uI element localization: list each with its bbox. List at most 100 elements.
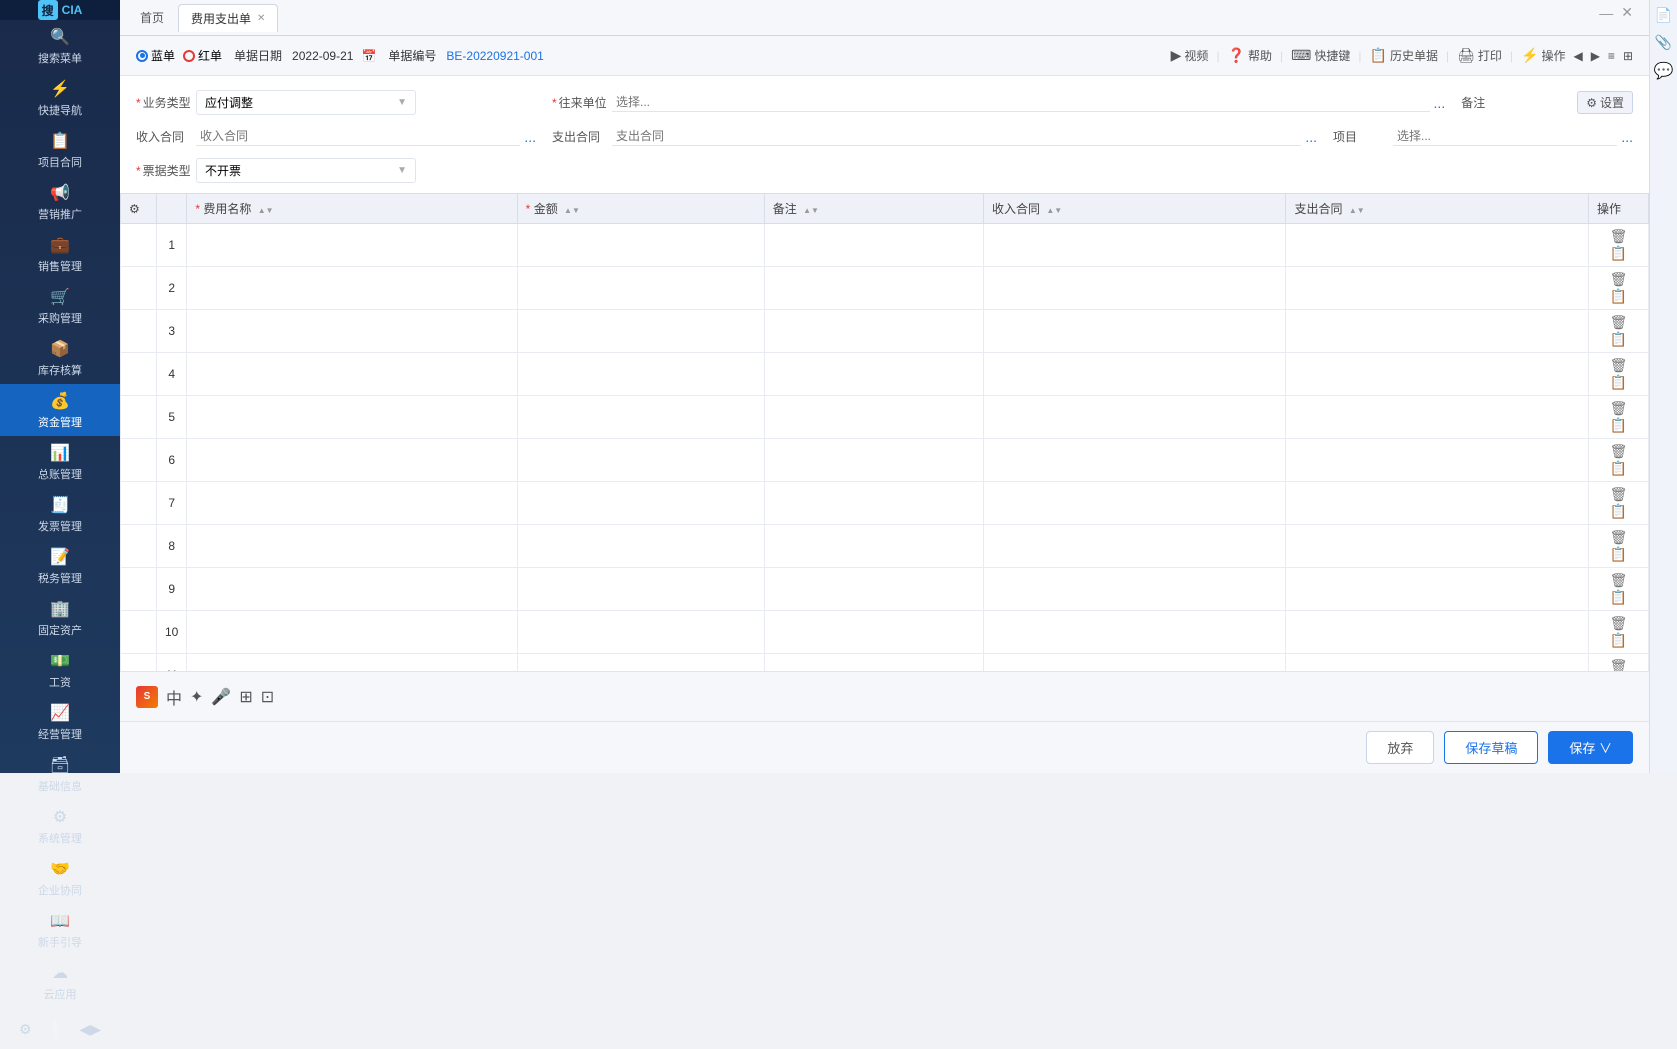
row-remark-cell[interactable] [764, 525, 983, 568]
row-amount-cell[interactable] [517, 396, 764, 439]
radio-blue[interactable]: 蓝单 [136, 47, 175, 64]
row-remark-cell[interactable] [764, 353, 983, 396]
sidebar-item-project[interactable]: 📋 项目合同 [0, 124, 120, 176]
row-copy-icon[interactable]: 📋 [1610, 374, 1627, 390]
help-btn[interactable]: ❓ 帮助 [1228, 47, 1272, 64]
sidebar-settings-icon[interactable]: ⚙ [19, 1021, 32, 1038]
print-btn[interactable]: 🖨 打印 [1457, 47, 1502, 64]
row-amount-cell[interactable] [517, 310, 764, 353]
row-amount-cell[interactable] [517, 224, 764, 267]
expense-contract-ellipsis[interactable]: ... [1305, 129, 1317, 145]
th-expense-name[interactable]: * 费用名称 ▲▼ [187, 194, 517, 224]
row-remark-cell[interactable] [764, 654, 983, 672]
row-delete-icon[interactable]: 🗑 [1610, 314, 1628, 330]
nav-next-btn[interactable]: ▶ [1591, 49, 1600, 63]
operate-btn[interactable]: ⚡ 操作 [1521, 47, 1565, 64]
bottom-diamond-icon[interactable]: ✦ [190, 687, 203, 707]
row-copy-icon[interactable]: 📋 [1610, 245, 1627, 261]
expense-contract-input[interactable] [612, 127, 1301, 146]
tab-expense[interactable]: 费用支出单 ✕ [178, 4, 278, 32]
row-expense-name-cell[interactable] [187, 654, 517, 672]
row-copy-icon[interactable]: 📋 [1610, 288, 1627, 304]
th-settings[interactable]: ⚙ [121, 194, 157, 224]
row-amount-cell[interactable] [517, 568, 764, 611]
row-income-contract-cell[interactable] [983, 224, 1286, 267]
grid-view-btn[interactable]: ⊞ [1623, 49, 1633, 63]
sidebar-item-corp[interactable]: 🤝 企业协同 [0, 852, 120, 904]
bottom-mic-icon[interactable]: 🎤 [211, 687, 231, 707]
row-expense-contract-cell[interactable] [1286, 611, 1589, 654]
row-income-contract-cell[interactable] [983, 310, 1286, 353]
sidebar-item-search[interactable]: 🔍 搜索菜单 [0, 20, 120, 72]
row-expense-contract-cell[interactable] [1286, 267, 1589, 310]
row-expense-contract-cell[interactable] [1286, 482, 1589, 525]
row-remark-cell[interactable] [764, 611, 983, 654]
tab-home[interactable]: 首页 [128, 4, 176, 32]
sidebar-item-accounting[interactable]: 📊 总账管理 [0, 436, 120, 488]
sidebar-item-finance[interactable]: 💰 资金管理 [0, 384, 120, 436]
row-expense-name-cell[interactable] [187, 267, 517, 310]
sidebar-item-tax[interactable]: 📝 税务管理 [0, 540, 120, 592]
row-income-contract-cell[interactable] [983, 525, 1286, 568]
row-amount-cell[interactable] [517, 611, 764, 654]
row-amount-cell[interactable] [517, 525, 764, 568]
row-delete-icon[interactable]: 🗑 [1610, 572, 1628, 588]
row-delete-icon[interactable]: 🗑 [1610, 615, 1628, 631]
row-delete-icon[interactable]: 🗑 [1610, 529, 1628, 545]
row-expense-name-cell[interactable] [187, 525, 517, 568]
row-amount-cell[interactable] [517, 654, 764, 672]
project-ellipsis[interactable]: ... [1621, 129, 1633, 145]
row-remark-cell[interactable] [764, 396, 983, 439]
row-expense-name-cell[interactable] [187, 568, 517, 611]
row-delete-icon[interactable]: 🗑 [1610, 357, 1628, 373]
counter-party-ellipsis[interactable]: ... [1434, 95, 1446, 111]
th-expense-contract[interactable]: 支出合同 ▲▼ [1286, 194, 1589, 224]
row-copy-icon[interactable]: 📋 [1610, 546, 1627, 562]
row-expense-contract-cell[interactable] [1286, 568, 1589, 611]
sidebar-item-base[interactable]: 🗃 基础信息 [0, 748, 120, 800]
history-btn[interactable]: 📋 历史单据 [1370, 47, 1438, 64]
income-contract-ellipsis[interactable]: ... [524, 129, 536, 145]
th-amount[interactable]: * 金额 ▲▼ [517, 194, 764, 224]
row-remark-cell[interactable] [764, 267, 983, 310]
radio-red[interactable]: 红单 [183, 47, 222, 64]
row-remark-cell[interactable] [764, 310, 983, 353]
th-income-contract[interactable]: 收入合同 ▲▼ [983, 194, 1286, 224]
th-remark[interactable]: 备注 ▲▼ [764, 194, 983, 224]
sidebar-item-assets[interactable]: 🏢 固定资产 [0, 592, 120, 644]
window-close-btn[interactable]: ✕ [1621, 4, 1633, 21]
right-doc-icon[interactable]: 📄 [1652, 4, 1675, 27]
row-income-contract-cell[interactable] [983, 396, 1286, 439]
bottom-grid1-icon[interactable]: ⊞ [239, 687, 252, 707]
row-expense-contract-cell[interactable] [1286, 654, 1589, 672]
row-income-contract-cell[interactable] [983, 353, 1286, 396]
row-expense-contract-cell[interactable] [1286, 353, 1589, 396]
save-draft-button[interactable]: 保存草稿 [1444, 731, 1538, 764]
right-chat-icon[interactable]: 💬 [1651, 58, 1677, 84]
sidebar-item-guide[interactable]: 📖 新手引导 [0, 904, 120, 956]
calendar-icon[interactable]: 📅 [361, 49, 376, 63]
row-copy-icon[interactable]: 📋 [1610, 632, 1627, 648]
sidebar-item-purchase[interactable]: 🛒 采购管理 [0, 280, 120, 332]
income-contract-input[interactable] [196, 127, 520, 146]
bottom-grid2-icon[interactable]: ⊡ [261, 687, 274, 707]
row-delete-icon[interactable]: 🗑 [1610, 658, 1628, 671]
nav-prev-btn[interactable]: ◀ [1573, 49, 1582, 63]
sidebar-item-salary[interactable]: 💵 工资 [0, 644, 120, 696]
row-income-contract-cell[interactable] [983, 267, 1286, 310]
settings-button[interactable]: ⚙ 设置 [1577, 91, 1633, 114]
row-expense-name-cell[interactable] [187, 224, 517, 267]
row-delete-icon[interactable]: 🗑 [1610, 228, 1628, 244]
row-delete-icon[interactable]: 🗑 [1610, 271, 1628, 287]
sidebar-item-quicknav[interactable]: ⚡ 快捷导航 [0, 72, 120, 124]
project-input[interactable] [1393, 127, 1617, 146]
row-copy-icon[interactable]: 📋 [1610, 589, 1627, 605]
biz-type-select[interactable]: 应付调整 ▼ [196, 90, 416, 115]
row-expense-name-cell[interactable] [187, 482, 517, 525]
row-expense-name-cell[interactable] [187, 396, 517, 439]
row-remark-cell[interactable] [764, 224, 983, 267]
row-copy-icon[interactable]: 📋 [1610, 503, 1627, 519]
row-expense-name-cell[interactable] [187, 439, 517, 482]
sidebar-sound-icon[interactable]: ◀▶ [79, 1021, 101, 1038]
row-income-contract-cell[interactable] [983, 482, 1286, 525]
